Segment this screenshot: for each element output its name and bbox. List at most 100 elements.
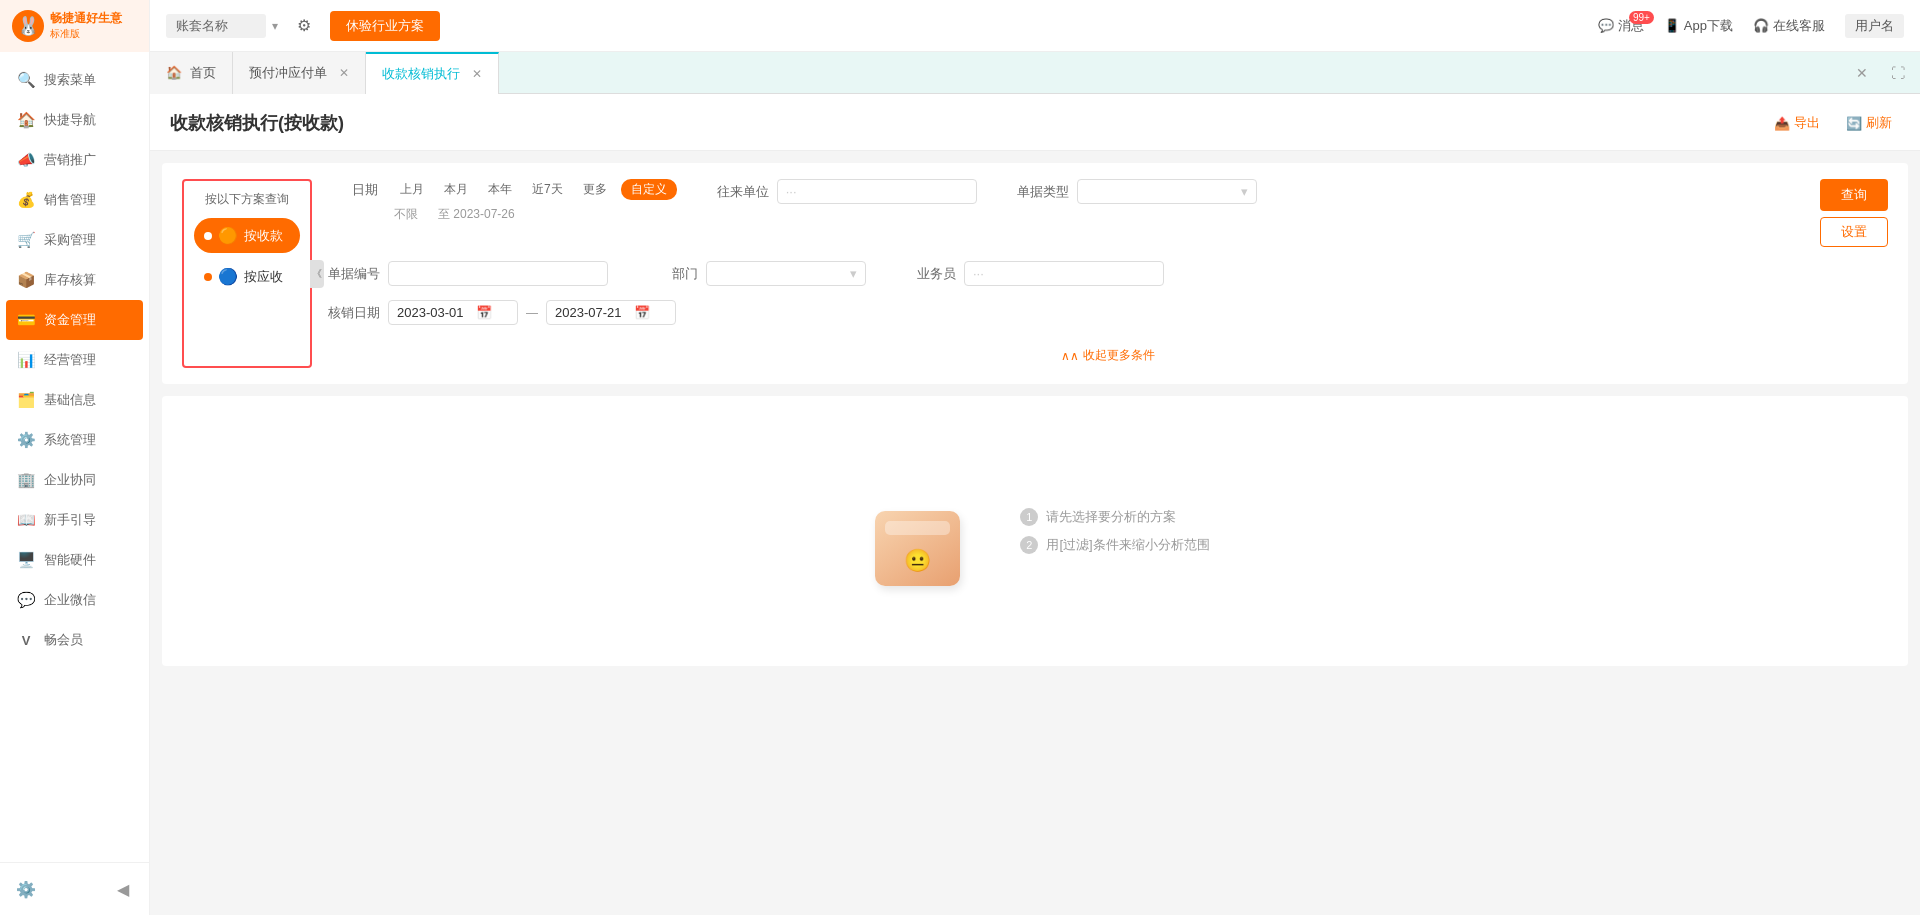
tab-prepay[interactable]: 预付冲应付单 ✕ xyxy=(233,52,366,94)
date-btn-last-month[interactable]: 上月 xyxy=(394,179,430,200)
dept-chevron: ▾ xyxy=(850,266,857,281)
tab-close-all-icon[interactable]: ✕ xyxy=(1848,59,1876,87)
sidebar-item-wechat[interactable]: 💬 企业微信 xyxy=(0,580,149,620)
verify-date-end-input[interactable]: 2023-07-21 📅 xyxy=(546,300,676,325)
doc-no-filter: 单据编号 xyxy=(328,261,608,286)
date-label: 日期 xyxy=(328,181,378,199)
doc-no-input[interactable] xyxy=(388,261,608,286)
sidebar-bottom: ⚙️ ◀ xyxy=(0,862,149,915)
app-download-btn[interactable]: 📱 App下载 xyxy=(1664,17,1733,35)
date-btn-this-month[interactable]: 本月 xyxy=(438,179,474,200)
empty-state: 😐 1 请先选择要分析的方案 2 用[过滤]条件来缩小分析范围 xyxy=(162,396,1908,666)
empty-box: 😐 xyxy=(875,511,960,586)
inventory-icon: 📦 xyxy=(16,270,36,290)
custom-date-badge[interactable]: 自定义 xyxy=(621,179,677,200)
date-no-limit: 不限 xyxy=(394,206,418,223)
staff-select[interactable]: ··· xyxy=(964,261,1164,286)
verify-date-start-input[interactable]: 2023-03-01 📅 xyxy=(388,300,518,325)
by-receivable-icon: 🔵 xyxy=(218,267,238,286)
search-menu-icon: 🔍 xyxy=(16,70,36,90)
calendar-end-icon[interactable]: 📅 xyxy=(634,305,650,320)
system-icon: ⚙️ xyxy=(16,430,36,450)
empty-hint-1: 1 请先选择要分析的方案 xyxy=(1020,508,1176,526)
service-icon: 🎧 xyxy=(1753,18,1769,33)
sidebar-item-inventory[interactable]: 📦 库存核算 xyxy=(0,260,149,300)
member-icon: V xyxy=(16,630,36,650)
topbar: 账套名称 ▾ ⚙ 休验行业方案 💬 消息 99+ 📱 App下载 🎧 在线客服 … xyxy=(150,0,1920,52)
sidebar-item-purchase[interactable]: 🛒 采购管理 xyxy=(0,220,149,260)
date-btn-more[interactable]: 更多 xyxy=(577,179,613,200)
filter-row2: 单据编号 部门 ▾ 业务员 ··· xyxy=(328,261,1888,286)
sidebar-item-finance[interactable]: 💳 资金管理 xyxy=(6,300,143,340)
tab-prepay-close-icon[interactable]: ✕ xyxy=(339,66,349,80)
refresh-button[interactable]: 🔄 刷新 xyxy=(1838,110,1900,136)
export-button[interactable]: 📤 导出 xyxy=(1766,110,1828,136)
doc-type-chevron: ▾ xyxy=(1241,184,1248,199)
sidebar-logo: 🐰 畅捷通好生意 标准版 xyxy=(0,0,149,52)
wechat-icon: 💬 xyxy=(16,590,36,610)
filter-panel: 按以下方案查询 🟠 按收款 🔵 按应收 《 xyxy=(162,163,1908,384)
dept-select[interactable]: ▾ xyxy=(706,261,866,286)
messages-btn[interactable]: 💬 消息 99+ xyxy=(1598,17,1644,35)
by-receipt-icon: 🟠 xyxy=(218,226,238,245)
empty-hints: 1 请先选择要分析的方案 2 用[过滤]条件来缩小分析范围 xyxy=(1020,508,1209,554)
tabbar: 🏠 首页 预付冲应付单 ✕ 收款核销执行 ✕ ✕ ⛶ xyxy=(150,52,1920,94)
date-options: 上月 本月 本年 近7天 更多 自定义 xyxy=(394,179,677,200)
sidebar-item-search-menu[interactable]: 🔍 搜索菜单 xyxy=(0,60,149,100)
doc-type-label: 单据类型 xyxy=(1017,183,1069,201)
by-receipt-dot xyxy=(204,232,212,240)
page-header-actions: 📤 导出 🔄 刷新 xyxy=(1766,110,1900,150)
logo-icon: 🐰 xyxy=(12,10,44,42)
sidebar-item-quick-nav[interactable]: 🏠 快捷导航 xyxy=(0,100,149,140)
industry-btn[interactable]: 休验行业方案 xyxy=(330,11,440,41)
verify-date-label: 核销日期 xyxy=(328,304,380,322)
sidebar-item-basic-info[interactable]: 🗂️ 基础信息 xyxy=(0,380,149,420)
export-icon: 📤 xyxy=(1774,116,1790,131)
doc-type-select[interactable]: ▾ xyxy=(1077,179,1257,204)
smart-hw-icon: 🖥️ xyxy=(16,550,36,570)
tab-receipt-verify-close-icon[interactable]: ✕ xyxy=(472,67,482,81)
collapse-sidebar-icon[interactable]: ◀ xyxy=(109,875,137,903)
sidebar-item-guide[interactable]: 📖 新手引导 xyxy=(0,500,149,540)
collapse-more-btn[interactable]: ∧∧ 收起更多条件 xyxy=(328,339,1888,368)
verify-date-end-value: 2023-07-21 xyxy=(555,305,622,320)
filter-row-verify: 核销日期 2023-03-01 📅 — 2023-07-21 📅 xyxy=(328,300,1888,325)
main-area: 账套名称 ▾ ⚙ 休验行业方案 💬 消息 99+ 📱 App下载 🎧 在线客服 … xyxy=(150,0,1920,915)
topbar-right: 💬 消息 99+ 📱 App下载 🎧 在线客服 用户名 xyxy=(1598,14,1904,38)
message-icon: 💬 xyxy=(1598,18,1614,33)
sidebar-item-smart-hw[interactable]: 🖥️ 智能硬件 xyxy=(0,540,149,580)
sidebar-item-member[interactable]: V 畅会员 xyxy=(0,620,149,660)
filter-actions: 查询 设置 xyxy=(1820,179,1888,247)
purchase-icon: 🛒 xyxy=(16,230,36,250)
tab-receipt-verify[interactable]: 收款核销执行 ✕ xyxy=(366,52,499,94)
refresh-icon: 🔄 xyxy=(1846,116,1862,131)
content-area: 收款核销执行(按收款) 📤 导出 🔄 刷新 按以下方案查询 🟠 xyxy=(150,94,1920,915)
filter-sidebar-title: 按以下方案查询 xyxy=(194,191,300,208)
sidebar-item-marketing[interactable]: 📣 营销推广 xyxy=(0,140,149,180)
tab-home[interactable]: 🏠 首页 xyxy=(150,52,233,94)
sidebar-item-enterprise[interactable]: 🏢 企业协同 xyxy=(0,460,149,500)
settings-icon[interactable]: ⚙️ xyxy=(12,875,40,903)
date-btn-7days[interactable]: 近7天 xyxy=(526,179,569,200)
filter-row-date: 日期 上月 本月 本年 近7天 更多 自定义 xyxy=(328,179,677,200)
filter-main: 日期 上月 本月 本年 近7天 更多 自定义 不限 xyxy=(328,179,1888,368)
dept-filter: 部门 ▾ xyxy=(648,261,866,286)
sidebar-item-system[interactable]: ⚙️ 系统管理 xyxy=(0,420,149,460)
filter-sidebar-collapse-btn[interactable]: 《 xyxy=(310,260,324,288)
filter-by-receipt[interactable]: 🟠 按收款 xyxy=(194,218,300,253)
filter-by-receivable[interactable]: 🔵 按应收 xyxy=(194,259,300,294)
service-btn[interactable]: 🎧 在线客服 xyxy=(1753,17,1825,35)
account-selector[interactable]: 账套名称 ▾ xyxy=(166,14,278,38)
tab-fullscreen-icon[interactable]: ⛶ xyxy=(1884,59,1912,87)
marketing-icon: 📣 xyxy=(16,150,36,170)
query-button[interactable]: 查询 xyxy=(1820,179,1888,211)
sidebar-item-sales[interactable]: 💰 销售管理 xyxy=(0,180,149,220)
logo-text: 畅捷通好生意 标准版 xyxy=(50,11,122,41)
filter-settings-button[interactable]: 设置 xyxy=(1820,217,1888,247)
counterpart-select[interactable]: ··· xyxy=(777,179,977,204)
date-btn-this-year[interactable]: 本年 xyxy=(482,179,518,200)
guide-icon: 📖 xyxy=(16,510,36,530)
sidebar-item-operation[interactable]: 📊 经营管理 xyxy=(0,340,149,380)
topbar-gear-icon[interactable]: ⚙ xyxy=(290,12,318,40)
calendar-start-icon[interactable]: 📅 xyxy=(476,305,492,320)
